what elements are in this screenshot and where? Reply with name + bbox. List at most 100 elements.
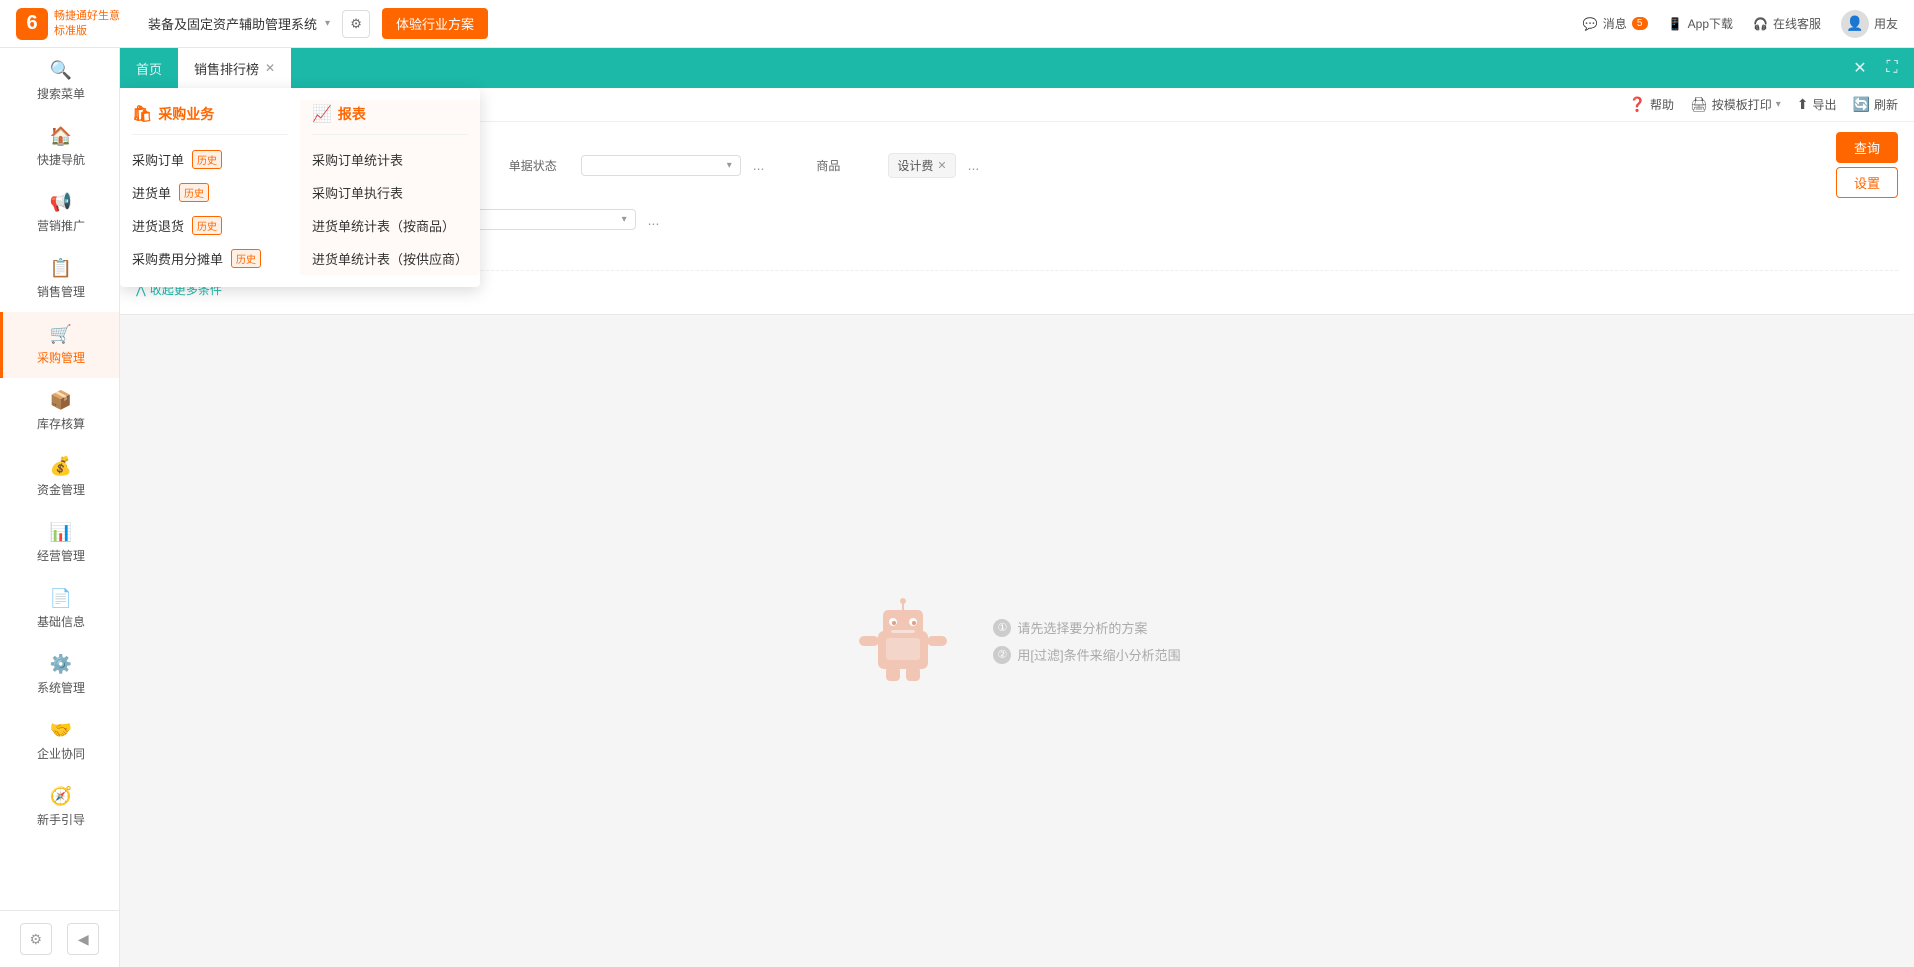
sidebar-item-search[interactable]: 🔍 搜索菜单 xyxy=(0,48,119,114)
dropdown-item-purchase-order-exec[interactable]: 采购订单执行表 xyxy=(312,176,468,209)
sidebar-item-guide[interactable]: 🧭 新手引导 xyxy=(0,774,119,840)
print-icon: 🖨 xyxy=(1690,96,1708,113)
dropdown-item-instock-stat-supplier[interactable]: 进货单统计表（按供应商） xyxy=(312,242,468,275)
empty-state: ① 请先选择要分析的方案 ② 用[过滤]条件来缩小分析范围 xyxy=(120,315,1914,967)
empty-illustration xyxy=(853,596,953,686)
dropdown-item-purchase-order[interactable]: 采购订单 历史 xyxy=(132,143,288,176)
sidebar-item-quick-nav[interactable]: 🏠 快捷导航 xyxy=(0,114,119,180)
refresh-icon: 🔄 xyxy=(1853,96,1870,113)
dropdown-purchase-col: 🛍 采购业务 采购订单 历史 进货单 历史 进货退货 历史 采购费用分摊单 xyxy=(120,100,300,275)
sidebar-item-marketing[interactable]: 📢 营销推广 xyxy=(0,180,119,246)
voucher-status-arrow: ▾ xyxy=(727,160,732,171)
goods-label: 商品 xyxy=(816,157,876,174)
sidebar-item-capital[interactable]: 💰 资金管理 xyxy=(0,444,119,510)
user-menu-button[interactable]: 👤 用友 xyxy=(1841,10,1898,38)
tab-close-all-button[interactable]: ✕ xyxy=(1846,54,1874,82)
headset-icon: 🎧 xyxy=(1753,17,1768,31)
query-button[interactable]: 查询 xyxy=(1836,132,1898,163)
template-print-button[interactable]: 🖨 按模板打印 ▾ xyxy=(1690,96,1781,113)
help-button[interactable]: ❓ 帮助 xyxy=(1629,96,1674,113)
sidebar-item-purchase[interactable]: 🛒 采购管理 xyxy=(0,312,119,378)
home-icon: 🏠 xyxy=(50,126,72,147)
salesman-more[interactable]: ... xyxy=(648,212,660,228)
settings-gear-button[interactable]: ⚙ xyxy=(342,10,370,38)
tab-close-icon[interactable]: ✕ xyxy=(265,61,275,75)
print-dropdown-icon[interactable]: ▾ xyxy=(1776,99,1781,110)
top-header: 6 畅捷通好生意 标准版 装备及固定资产辅助管理系统 ▾ ⚙ 体验行业方案 💬 … xyxy=(0,0,1914,48)
tab-home[interactable]: 首页 xyxy=(120,48,178,88)
dropdown-item-return[interactable]: 进货退货 历史 xyxy=(132,209,288,242)
clipboard-icon: 📋 xyxy=(50,258,72,279)
industry-btn[interactable]: 体验行业方案 xyxy=(382,8,488,39)
dropdown-purchase-title: 🛍 采购业务 xyxy=(132,100,288,135)
salesman-arrow: ▾ xyxy=(622,214,627,225)
money-icon: 💰 xyxy=(50,456,72,477)
content-area: 首页 销售排行榜 ✕ ✕ ⛶ 🛍 采购业务 采购订单 历史 xyxy=(120,48,1914,967)
tab-sales-rank[interactable]: 销售排行榜 ✕ xyxy=(178,48,291,88)
sidebar-item-system[interactable]: ⚙️ 系统管理 xyxy=(0,642,119,708)
hist-badge-0: 历史 xyxy=(192,150,222,169)
message-badge: 5 xyxy=(1632,17,1648,30)
chart-icon: 📊 xyxy=(50,522,72,543)
sidebar-item-inventory[interactable]: 📦 库存核算 xyxy=(0,378,119,444)
dropdown-menu: 🛍 采购业务 采购订单 历史 进货单 历史 进货退货 历史 采购费用分摊单 xyxy=(120,88,480,287)
message-button[interactable]: 💬 消息 5 xyxy=(1583,15,1648,32)
voucher-status-label: 单据状态 xyxy=(509,157,569,174)
handshake-icon: 🤝 xyxy=(50,720,72,741)
sidebar: 🔍 搜索菜单 🏠 快捷导航 📢 营销推广 📋 销售管理 🛒 采购管理 📦 库存核… xyxy=(0,48,120,967)
tab-bar: 首页 销售排行榜 ✕ ✕ ⛶ xyxy=(120,48,1914,88)
search-icon: 🔍 xyxy=(50,60,72,81)
compass-icon: 🧭 xyxy=(50,786,72,807)
empty-hint-2: ② 用[过滤]条件来缩小分析范围 xyxy=(993,645,1180,664)
system-title-dropdown-arrow[interactable]: ▾ xyxy=(325,18,330,29)
help-icon: ❓ xyxy=(1629,96,1646,113)
dropdown-item-purchase-order-stat[interactable]: 采购订单统计表 xyxy=(312,143,468,176)
empty-hint-1: ① 请先选择要分析的方案 xyxy=(993,618,1180,637)
app-download-button[interactable]: 📱 App下载 xyxy=(1668,15,1733,32)
cart-icon: 🛒 xyxy=(50,324,72,345)
dropdown-item-instock[interactable]: 进货单 历史 xyxy=(132,176,288,209)
goods-more[interactable]: ... xyxy=(968,157,980,173)
system-title: 装备及固定资产辅助管理系统 ▾ xyxy=(148,14,330,33)
export-icon: ⬆ xyxy=(1797,96,1809,113)
salesman-select[interactable]: ▾ xyxy=(476,209,636,230)
tab-bar-right: ✕ ⛶ xyxy=(1846,54,1914,82)
sidebar-item-operations[interactable]: 📊 经营管理 xyxy=(0,510,119,576)
megaphone-icon: 📢 xyxy=(50,192,72,213)
sidebar-collapse-btn[interactable]: ◀ xyxy=(67,923,99,955)
voucher-status-select[interactable]: ▾ xyxy=(581,155,741,176)
hist-badge-2: 历史 xyxy=(192,216,222,235)
document-icon: 📄 xyxy=(50,588,72,609)
export-button[interactable]: ⬆ 导出 xyxy=(1797,96,1837,113)
sidebar-bottom: ⚙ ◀ xyxy=(0,910,119,967)
user-avatar: 👤 xyxy=(1841,10,1869,38)
sidebar-settings-btn[interactable]: ⚙ xyxy=(20,923,52,955)
app-logo-icon: 6 xyxy=(16,8,48,40)
filter-settings-button[interactable]: 设置 xyxy=(1836,167,1898,198)
message-icon: 💬 xyxy=(1583,17,1598,31)
logo-text: 畅捷通好生意 标准版 xyxy=(54,9,120,38)
box-icon: 📦 xyxy=(50,390,72,411)
dropdown-report-title: 📈 报表 xyxy=(312,100,468,135)
dropdown-item-expense[interactable]: 采购费用分摊单 历史 xyxy=(132,242,288,275)
voucher-status-more[interactable]: ... xyxy=(753,157,765,173)
phone-icon: 📱 xyxy=(1668,17,1683,31)
dropdown-item-instock-stat-goods[interactable]: 进货单统计表（按商品） xyxy=(312,209,468,242)
header-right: 💬 消息 5 📱 App下载 🎧 在线客服 👤 用友 xyxy=(1583,10,1898,38)
goods-tag-close[interactable]: ✕ xyxy=(937,159,946,172)
online-service-button[interactable]: 🎧 在线客服 xyxy=(1753,15,1821,32)
sidebar-item-basic-info[interactable]: 📄 基础信息 xyxy=(0,576,119,642)
hist-badge-1: 历史 xyxy=(179,183,209,202)
empty-hints: ① 请先选择要分析的方案 ② 用[过滤]条件来缩小分析范围 xyxy=(993,618,1180,664)
refresh-button[interactable]: 🔄 刷新 xyxy=(1853,96,1898,113)
sidebar-item-sales[interactable]: 📋 销售管理 xyxy=(0,246,119,312)
logo-area: 6 畅捷通好生意 标准版 xyxy=(16,8,136,40)
hist-badge-3: 历史 xyxy=(231,249,261,268)
gear-icon: ⚙️ xyxy=(50,654,72,675)
report-col-icon: 📈 xyxy=(312,104,332,124)
main-layout: 🔍 搜索菜单 🏠 快捷导航 📢 营销推广 📋 销售管理 🛒 采购管理 📦 库存核… xyxy=(0,48,1914,967)
dropdown-report-col: 📈 报表 采购订单统计表 采购订单执行表 进货单统计表（按商品） 进货单统计表（… xyxy=(300,100,480,275)
sidebar-item-cooperation[interactable]: 🤝 企业协同 xyxy=(0,708,119,774)
purchase-col-icon: 🛍 xyxy=(132,104,152,124)
tab-expand-button[interactable]: ⛶ xyxy=(1878,54,1906,82)
